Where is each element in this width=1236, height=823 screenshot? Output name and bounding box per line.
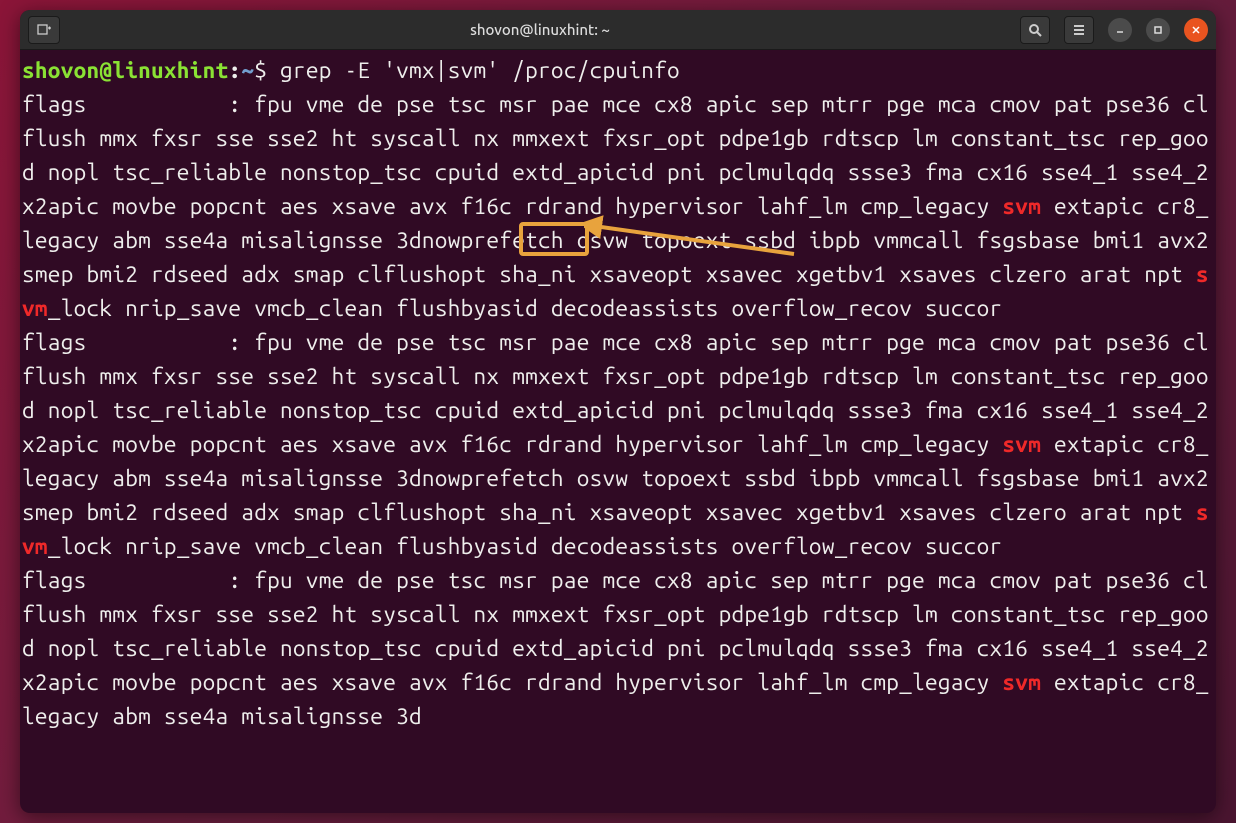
prompt-colon: : — [228, 58, 241, 83]
titlebar: shovon@linuxhint: ~ — [20, 10, 1216, 50]
menu-button[interactable] — [1064, 16, 1094, 44]
new-tab-button[interactable] — [28, 16, 60, 44]
prompt-user-host: shovon@linuxhint — [22, 58, 228, 83]
window-title: shovon@linuxhint: ~ — [60, 21, 1020, 38]
terminal-window: shovon@linuxhint: ~ shovon@li — [20, 10, 1216, 813]
close-icon — [1190, 24, 1202, 36]
search-icon — [1028, 23, 1042, 37]
close-button[interactable] — [1184, 18, 1208, 42]
output-line: _lock nrip_save vmcb_clean flushbyasid d… — [48, 296, 1003, 321]
output-line: _lock nrip_save vmcb_clean flushbyasid d… — [48, 534, 1003, 559]
prompt-path: ~ — [241, 58, 254, 83]
hamburger-icon — [1072, 23, 1086, 37]
terminal-body[interactable]: shovon@linuxhint:~$ grep -E 'vmx|svm' /p… — [20, 50, 1216, 813]
match-svm: svm — [1002, 432, 1041, 457]
search-button[interactable] — [1020, 16, 1050, 44]
maximize-icon — [1152, 24, 1164, 36]
new-tab-icon — [36, 22, 52, 38]
command-text: grep -E 'vmx|svm' /proc/cpuinfo — [267, 58, 680, 83]
minimize-icon — [1114, 24, 1126, 36]
prompt-dollar: $ — [254, 58, 267, 83]
window-controls — [1020, 16, 1208, 44]
match-svm: svm — [1002, 194, 1041, 219]
maximize-button[interactable] — [1146, 18, 1170, 42]
match-svm: svm — [1002, 670, 1041, 695]
minimize-button[interactable] — [1108, 18, 1132, 42]
